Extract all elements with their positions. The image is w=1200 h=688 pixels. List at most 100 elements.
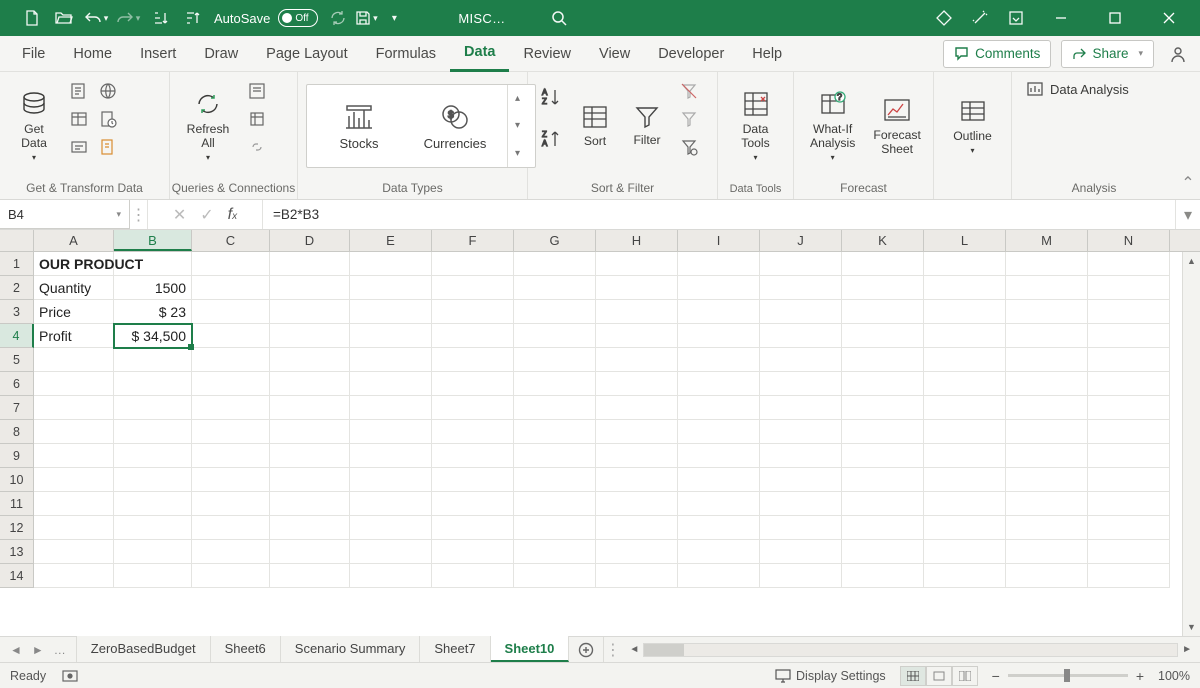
cell-J11[interactable] [760, 492, 842, 516]
cell-B9[interactable] [114, 444, 192, 468]
cell-N12[interactable] [1088, 516, 1170, 540]
sort-button[interactable]: Sort [572, 78, 618, 172]
collapse-ribbon-icon[interactable]: ⌃ [1176, 72, 1200, 199]
cell-F9[interactable] [432, 444, 514, 468]
cell-A6[interactable] [34, 372, 114, 396]
row-header-9[interactable]: 9 [0, 444, 34, 468]
cell-C2[interactable] [192, 276, 270, 300]
cell-L9[interactable] [924, 444, 1006, 468]
conn-props-icon[interactable] [244, 106, 270, 132]
cell-I9[interactable] [678, 444, 760, 468]
cell-G1[interactable] [514, 252, 596, 276]
cell-D7[interactable] [270, 396, 350, 420]
cell-I12[interactable] [678, 516, 760, 540]
tab-draw[interactable]: Draw [190, 36, 252, 72]
gallery-more-icon[interactable]: ▾ [508, 140, 527, 167]
row-header-11[interactable]: 11 [0, 492, 34, 516]
cell-H10[interactable] [596, 468, 678, 492]
cell-I14[interactable] [678, 564, 760, 588]
cell-B7[interactable] [114, 396, 192, 420]
normal-view-button[interactable] [900, 666, 926, 686]
cell-D10[interactable] [270, 468, 350, 492]
cell-M9[interactable] [1006, 444, 1088, 468]
cell-D5[interactable] [270, 348, 350, 372]
cell-N1[interactable] [1088, 252, 1170, 276]
cell-H1[interactable] [596, 252, 678, 276]
cell-A3[interactable]: Price [34, 300, 114, 324]
cell-B6[interactable] [114, 372, 192, 396]
outline-button[interactable]: Outline▾ [942, 78, 1003, 172]
cell-K4[interactable] [842, 324, 924, 348]
cell-K3[interactable] [842, 300, 924, 324]
row-header-12[interactable]: 12 [0, 516, 34, 540]
cell-H12[interactable] [596, 516, 678, 540]
page-layout-view-button[interactable] [926, 666, 952, 686]
cell-A10[interactable] [34, 468, 114, 492]
cell-G14[interactable] [514, 564, 596, 588]
refresh-all-button[interactable]: Refresh All▾ [178, 78, 238, 172]
cell-E8[interactable] [350, 420, 432, 444]
cell-A1[interactable]: OUR PRODUCT [34, 252, 114, 276]
col-header-D[interactable]: D [270, 230, 350, 251]
cell-D2[interactable] [270, 276, 350, 300]
vertical-scrollbar[interactable]: ▲ ▼ [1182, 252, 1200, 636]
comments-button[interactable]: Comments [943, 40, 1051, 68]
row-header-5[interactable]: 5 [0, 348, 34, 372]
cell-M10[interactable] [1006, 468, 1088, 492]
cell-F4[interactable] [432, 324, 514, 348]
clear-filter-icon[interactable] [676, 78, 702, 104]
redo-icon[interactable]: ▾ [114, 4, 142, 32]
fx-icon[interactable]: fx [228, 206, 237, 224]
cell-J7[interactable] [760, 396, 842, 420]
open-file-icon[interactable] [50, 4, 78, 32]
cell-J14[interactable] [760, 564, 842, 588]
cell-D1[interactable] [270, 252, 350, 276]
ribbon-mode-icon[interactable] [1002, 4, 1030, 32]
from-text-icon[interactable] [66, 78, 92, 104]
cell-I1[interactable] [678, 252, 760, 276]
autosave-toggle[interactable]: Off [278, 9, 318, 27]
cell-G10[interactable] [514, 468, 596, 492]
what-if-button[interactable]: ? What-If Analysis▾ [802, 78, 863, 172]
cell-J3[interactable] [760, 300, 842, 324]
cell-D14[interactable] [270, 564, 350, 588]
cell-J9[interactable] [760, 444, 842, 468]
col-header-J[interactable]: J [760, 230, 842, 251]
cell-M3[interactable] [1006, 300, 1088, 324]
cell-F2[interactable] [432, 276, 514, 300]
macro-record-icon[interactable] [62, 669, 78, 683]
sheet-tab-scenario summary[interactable]: Scenario Summary [281, 636, 421, 662]
cell-L12[interactable] [924, 516, 1006, 540]
cell-G8[interactable] [514, 420, 596, 444]
maximize-button[interactable] [1092, 0, 1138, 36]
sort-za-icon[interactable]: ZA [536, 124, 566, 154]
cell-D12[interactable] [270, 516, 350, 540]
cell-I13[interactable] [678, 540, 760, 564]
cell-B4[interactable]: $ 34,500 [114, 324, 192, 348]
cell-I6[interactable] [678, 372, 760, 396]
undo-icon[interactable]: ▾ [82, 4, 110, 32]
cell-H13[interactable] [596, 540, 678, 564]
existing-conn-icon[interactable] [66, 134, 92, 160]
cell-A7[interactable] [34, 396, 114, 420]
cell-G5[interactable] [514, 348, 596, 372]
cell-B11[interactable] [114, 492, 192, 516]
cell-F11[interactable] [432, 492, 514, 516]
cell-L6[interactable] [924, 372, 1006, 396]
cell-I8[interactable] [678, 420, 760, 444]
cell-G7[interactable] [514, 396, 596, 420]
cell-K10[interactable] [842, 468, 924, 492]
cell-K8[interactable] [842, 420, 924, 444]
edit-links-icon[interactable] [244, 134, 270, 160]
tab-view[interactable]: View [585, 36, 644, 72]
cell-E7[interactable] [350, 396, 432, 420]
cell-M14[interactable] [1006, 564, 1088, 588]
cell-G3[interactable] [514, 300, 596, 324]
col-header-I[interactable]: I [678, 230, 760, 251]
cell-F1[interactable] [432, 252, 514, 276]
cell-F12[interactable] [432, 516, 514, 540]
cell-H9[interactable] [596, 444, 678, 468]
cell-G12[interactable] [514, 516, 596, 540]
row-header-8[interactable]: 8 [0, 420, 34, 444]
sheet-tab-sheet6[interactable]: Sheet6 [211, 636, 281, 662]
